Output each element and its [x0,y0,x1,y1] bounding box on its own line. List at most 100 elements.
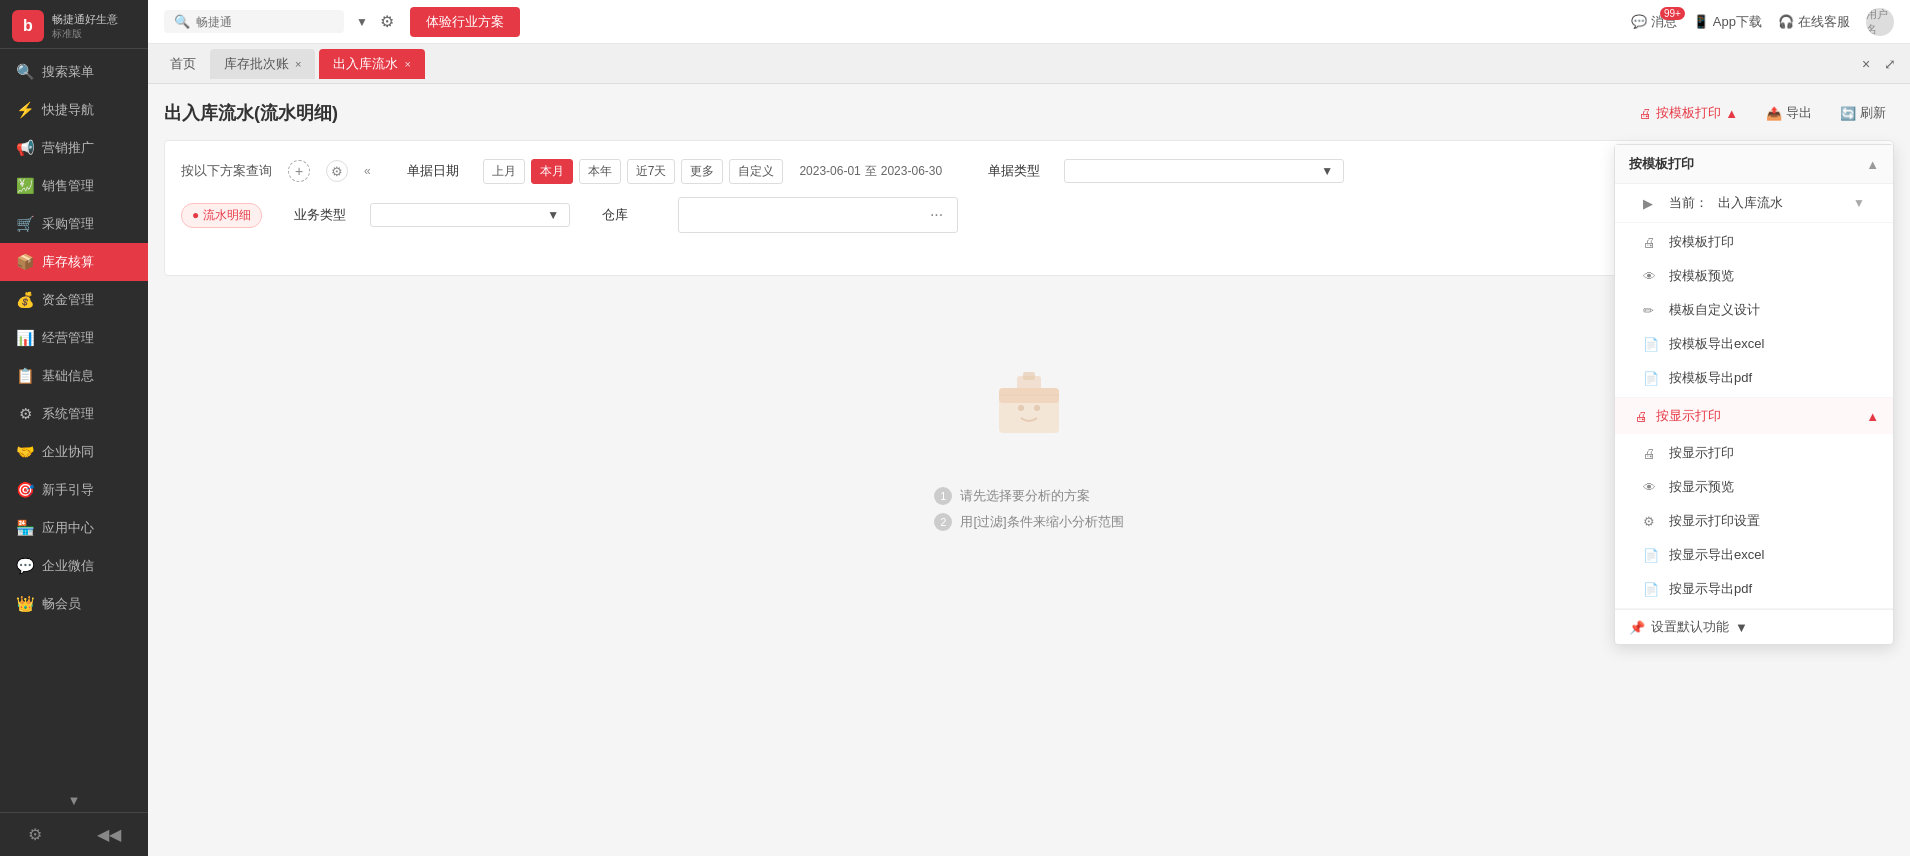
sidebar-bottom: ⚙ ◀◀ [0,812,148,856]
display-print-icon: 🖨 [1643,446,1659,461]
topbar-search-icon: 🔍 [174,14,190,29]
dropdown-display-preview[interactable]: 👁 按显示预览 [1615,470,1893,504]
sidebar-collapse-btn[interactable]: ◀◀ [89,821,129,848]
date-btn-more[interactable]: 更多 [681,159,723,184]
topbar-dropdown-arrow[interactable]: ▼ [356,15,368,29]
page-actions: 🖨 按模板打印 ▲ 📤 导出 🔄 刷新 [1631,100,1894,126]
app-download-icon: 📱 [1693,14,1709,29]
dropdown-template-export-excel[interactable]: 📄 按模板导出excel [1615,327,1893,361]
sidebar-settings-btn[interactable]: ⚙ [20,821,50,848]
basics-icon: 📋 [16,367,34,385]
sidebar-item-purchase[interactable]: 🛒 采购管理 [0,205,148,243]
step-1-num: 1 [934,487,952,505]
current-icon: ▶ [1643,196,1659,211]
sidebar-item-collab[interactable]: 🤝 企业协同 [0,433,148,471]
dropdown-template-export-pdf[interactable]: 📄 按模板导出pdf [1615,361,1893,395]
topbar-search-input[interactable] [196,15,316,29]
sidebar-item-member[interactable]: 👑 畅会员 [0,585,148,623]
date-btn-7days[interactable]: 近7天 [627,159,676,184]
tab-inventory-batch-close[interactable]: × [295,58,301,70]
dropdown-display-print-settings[interactable]: ⚙ 按显示打印设置 [1615,504,1893,538]
tab-home[interactable]: 首页 [160,49,206,79]
dropdown-display-export-excel[interactable]: 📄 按显示导出excel [1615,538,1893,572]
window-controls: × ⤢ [1858,56,1898,72]
sidebar-item-wechat[interactable]: 💬 企业微信 [0,547,148,585]
svg-rect-3 [1023,372,1035,380]
tab-inventory-batch[interactable]: 库存批次账 × [210,49,315,79]
tab-inout-flow[interactable]: 出入库流水 × [319,49,424,79]
search-icon: 🔍 [16,63,34,81]
sidebar-item-system[interactable]: ⚙ 系统管理 [0,395,148,433]
sidebar-item-sales[interactable]: 💹 销售管理 [0,167,148,205]
sidebar-item-inventory[interactable]: 📦 库存核算 [0,243,148,281]
empty-svg [979,348,1079,448]
dropdown-template-customize[interactable]: ✏ 模板自定义设计 [1615,293,1893,327]
user-avatar[interactable]: 用户名 [1866,8,1894,36]
filter-settings-btn[interactable]: ⚙ [326,160,348,182]
appstore-icon: 🏪 [16,519,34,537]
system-icon: ⚙ [16,405,34,423]
tabbar: 首页 库存批次账 × 出入库流水 × × ⤢ [148,44,1910,84]
window-expand-btn[interactable]: ⤢ [1882,56,1898,72]
dropdown-current-item[interactable]: ▶ 当前： 出入库流水 ▼ [1615,186,1893,220]
filter-collapse-arrow[interactable]: « [364,164,371,178]
dropdown-display-print[interactable]: 🖨 按显示打印 [1615,436,1893,470]
window-close-btn[interactable]: × [1858,56,1874,72]
dropdown-display-export-pdf[interactable]: 📄 按显示导出pdf [1615,572,1893,606]
sidebar-item-finance[interactable]: 💰 资金管理 [0,281,148,319]
export-btn[interactable]: 📤 导出 [1758,100,1820,126]
dropdown-collapse-arrow[interactable]: ▲ [1866,157,1879,172]
filter-tag-icon: ● [192,208,199,222]
collab-icon: 🤝 [16,443,34,461]
display-preview-icon: 👁 [1643,480,1659,495]
sidebar-item-search[interactable]: 🔍 搜索菜单 [0,53,148,91]
sidebar-item-marketing[interactable]: 📢 营销推广 [0,129,148,167]
template-print-arrow: ▲ [1725,106,1738,121]
template-customize-icon: ✏ [1643,303,1659,318]
sidebar-item-basics[interactable]: 📋 基础信息 [0,357,148,395]
date-btn-this-month[interactable]: 本月 [531,159,573,184]
refresh-btn[interactable]: 🔄 刷新 [1832,100,1894,126]
display-excel-icon: 📄 [1643,548,1659,563]
topbar: 🔍 ▼ ⚙ 体验行业方案 💬 消息 99+ 📱 App下载 🎧 在线客服 用户名 [148,0,1910,44]
sales-icon: 💹 [16,177,34,195]
filter-tag-liushui[interactable]: ● 流水明细 [181,203,262,228]
topbar-app-download-btn[interactable]: 📱 App下载 [1693,13,1762,31]
topbar-online-service-btn[interactable]: 🎧 在线客服 [1778,13,1850,31]
filter-date-label: 单据日期 [407,162,467,180]
sidebar-item-quicknav[interactable]: ⚡ 快捷导航 [0,91,148,129]
dropdown-display-section-header[interactable]: 🖨 按显示打印 ▲ [1615,398,1893,434]
filter-add-btn[interactable]: + [288,160,310,182]
marketing-icon: 📢 [16,139,34,157]
sidebar-item-guide[interactable]: 🎯 新手引导 [0,471,148,509]
logo-text: 畅捷通好生意 标准版 [52,12,118,39]
empty-illustration [979,348,1079,467]
filter-biz-type-select[interactable]: ▼ [370,203,570,227]
date-btn-this-year[interactable]: 本年 [579,159,621,184]
dropdown-template-print[interactable]: 🖨 按模板打印 [1615,225,1893,259]
step-2-num: 2 [934,513,952,531]
filter-type-label: 单据类型 [988,162,1048,180]
tab-inout-flow-close[interactable]: × [404,58,410,70]
current-expand-arrow: ▼ [1853,196,1865,210]
dropdown-header: 按模板打印 ▲ [1615,145,1893,184]
date-btn-last-month[interactable]: 上月 [483,159,525,184]
dropdown-template-preview[interactable]: 👁 按模板预览 [1615,259,1893,293]
sidebar-item-operations[interactable]: 📊 经营管理 [0,319,148,357]
sidebar-item-appstore[interactable]: 🏪 应用中心 [0,509,148,547]
template-preview-icon: 👁 [1643,269,1659,284]
filter-date-btns: 上月 本月 本年 近7天 更多 自定义 [483,159,784,184]
template-print-btn[interactable]: 🖨 按模板打印 ▲ [1631,100,1746,126]
date-btn-custom[interactable]: 自定义 [729,159,783,184]
filter-warehouse-select[interactable]: ··· [678,197,958,233]
filter-type-select[interactable]: ▼ [1064,159,1344,183]
topbar-search-box[interactable]: 🔍 [164,10,344,33]
filter-warehouse-label: 仓库 [602,206,662,224]
topbar-message-btn[interactable]: 💬 消息 99+ [1631,13,1677,31]
svg-point-6 [1034,405,1040,411]
set-default-btn[interactable]: 📌 设置默认功能 ▼ [1629,618,1748,636]
sidebar-scroll-down[interactable]: ▼ [0,789,148,812]
topbar-gear-icon[interactable]: ⚙ [380,12,394,31]
trial-btn[interactable]: 体验行业方案 [410,7,520,37]
filter-biz-type-label: 业务类型 [294,206,354,224]
